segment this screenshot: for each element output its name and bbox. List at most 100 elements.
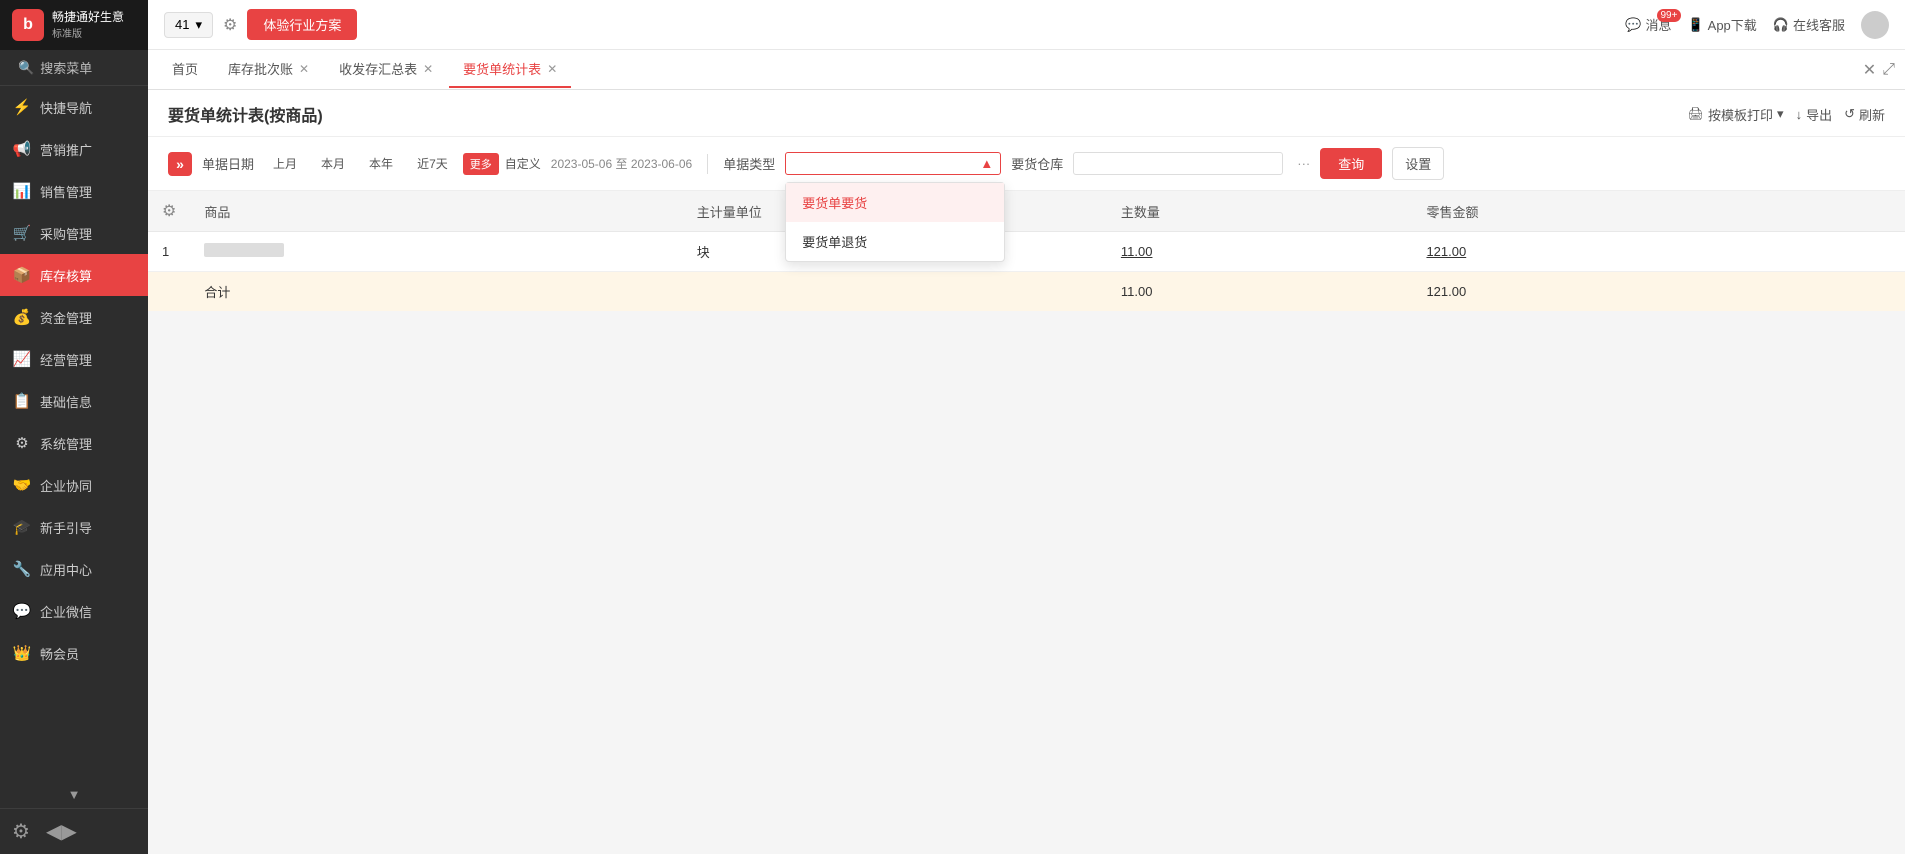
sidebar-label-5: 资金管理: [40, 308, 92, 327]
dropdown-item-0[interactable]: 要货单要货: [786, 183, 1004, 222]
gear-icon[interactable]: ⚙: [223, 15, 237, 35]
sidebar-label-10: 新手引导: [40, 518, 92, 537]
phone-icon: 📱: [1687, 17, 1703, 33]
date-btn-7days[interactable]: 近7天: [408, 151, 457, 176]
col-settings: ⚙: [148, 191, 190, 232]
filter-more-icon[interactable]: ···: [1297, 156, 1310, 171]
sidebar-label-1: 营销推广: [40, 140, 92, 159]
settings-icon[interactable]: ⚙: [12, 819, 30, 844]
sidebar-item-畅会员[interactable]: 👑 畅会员: [0, 632, 148, 674]
print-btn[interactable]: 🖨 按模板打印 ▾: [1688, 105, 1784, 124]
tab-3[interactable]: 要货单统计表 ✕: [449, 51, 571, 88]
date-btn-this-year[interactable]: 本年: [360, 151, 402, 176]
refresh-btn[interactable]: ↺ 刷新: [1844, 105, 1885, 124]
date-custom-btn[interactable]: 自定义: [505, 155, 541, 172]
settings-btn[interactable]: 设置: [1392, 147, 1444, 180]
date-btn-last-month[interactable]: 上月: [264, 151, 306, 176]
export-btn[interactable]: ↓ 导出: [1796, 105, 1833, 124]
sidebar-icon-13: 👑: [12, 643, 32, 663]
sidebar-item-经营管理[interactable]: 📈 经营管理: [0, 338, 148, 380]
sidebar-item-新手引导[interactable]: 🎓 新手引导: [0, 506, 148, 548]
sidebar-icon-3: 🛒: [12, 223, 32, 243]
tab-close-2[interactable]: ✕: [423, 62, 433, 76]
tab-2[interactable]: 收发存汇总表✕: [325, 51, 447, 88]
logo-area: b 畅捷通好生意 标准版: [0, 0, 148, 50]
sidebar-label-12: 企业微信: [40, 602, 92, 621]
chevron-down-icon: ▾: [195, 17, 202, 33]
sidebar-icon-11: 🔧: [12, 559, 32, 579]
warehouse-label: 要货仓库: [1011, 154, 1063, 173]
app-download-label: App下载: [1708, 15, 1757, 34]
sidebar-item-采购管理[interactable]: 🛒 采购管理: [0, 212, 148, 254]
refresh-label: 刷新: [1859, 105, 1885, 124]
footer-settings-cell: [148, 272, 190, 312]
sidebar-icon-2: 📊: [12, 181, 32, 201]
type-input[interactable]: [785, 152, 1001, 175]
sidebar-item-基础信息[interactable]: 📋 基础信息: [0, 380, 148, 422]
sidebar-item-销售管理[interactable]: 📊 销售管理: [0, 170, 148, 212]
date-btn-this-month[interactable]: 本月: [312, 151, 354, 176]
sidebar-label-9: 企业协同: [40, 476, 92, 495]
sidebar-icon-7: 📋: [12, 391, 32, 411]
sidebar-icon-6: 📈: [12, 349, 32, 369]
online-service-btn[interactable]: 🎧 在线客服: [1773, 15, 1845, 34]
divider-1: [707, 154, 708, 174]
close-all-icon[interactable]: ✕: [1863, 60, 1876, 80]
footer-amount: 121.00: [1412, 272, 1777, 312]
sidebar-item-系统管理[interactable]: ⚙ 系统管理: [0, 422, 148, 464]
search-icon: 🔍: [18, 60, 34, 76]
query-btn[interactable]: 查询: [1320, 148, 1382, 179]
sidebar-item-快捷导航[interactable]: ⚡ 快捷导航: [0, 86, 148, 128]
message-btn[interactable]: 💬 消息 99+: [1625, 15, 1671, 34]
warehouse-input[interactable]: [1073, 152, 1283, 175]
row-extra: [1777, 232, 1905, 272]
industry-btn[interactable]: 体验行业方案: [247, 9, 357, 40]
date-btn-more[interactable]: 更多: [463, 153, 499, 175]
message-badge: 99+: [1657, 9, 1682, 22]
sidebar-item-应用中心[interactable]: 🔧 应用中心: [0, 548, 148, 590]
collapse-icon[interactable]: ◀▶: [46, 819, 77, 844]
topbar: 41 ▾ ⚙ 体验行业方案 💬 消息 99+ 📱 App下载 🎧 在线客服: [148, 0, 1905, 50]
sidebar-nav: ⚡ 快捷导航 📢 营销推广 📊 销售管理 🛒 采购管理 📦 库存核算 💰 资金管…: [0, 86, 148, 781]
main-area: 41 ▾ ⚙ 体验行业方案 💬 消息 99+ 📱 App下载 🎧 在线客服: [148, 0, 1905, 854]
app-download-btn[interactable]: 📱 App下载: [1687, 15, 1756, 34]
company-selector[interactable]: 41 ▾: [164, 12, 213, 38]
col-gear-icon[interactable]: ⚙: [162, 203, 176, 220]
col-amount: 零售金额: [1412, 191, 1777, 232]
sidebar-item-库存核算[interactable]: 📦 库存核算: [0, 254, 148, 296]
sidebar-icon-8: ⚙: [12, 433, 32, 453]
sidebar-search[interactable]: 🔍 搜索菜单: [0, 50, 148, 86]
row-index: 1: [148, 232, 190, 272]
sidebar-label-8: 系统管理: [40, 434, 92, 453]
sidebar-item-营销推广[interactable]: 📢 营销推广: [0, 128, 148, 170]
tab-label-3: 要货单统计表: [463, 59, 541, 78]
dropdown-item-1[interactable]: 要货单退货: [786, 222, 1004, 261]
type-label: 单据类型: [723, 154, 775, 173]
avatar[interactable]: [1861, 11, 1889, 39]
sidebar-label-7: 基础信息: [40, 392, 92, 411]
sidebar-scroll-down[interactable]: ▼: [0, 781, 148, 808]
sidebar: b 畅捷通好生意 标准版 🔍 搜索菜单 ⚡ 快捷导航 📢 营销推广 📊 销售管理…: [0, 0, 148, 854]
filter-expand-btn[interactable]: »: [168, 152, 192, 176]
sidebar-label-3: 采购管理: [40, 224, 92, 243]
footer-label: 合计: [190, 272, 682, 312]
sidebar-label-6: 经营管理: [40, 350, 92, 369]
app-logo-icon: b: [12, 9, 44, 41]
sidebar-icon-0: ⚡: [12, 97, 32, 117]
tab-close-1[interactable]: ✕: [299, 62, 309, 76]
topbar-right: 💬 消息 99+ 📱 App下载 🎧 在线客服: [1625, 11, 1889, 39]
tab-1[interactable]: 库存批次账✕: [214, 51, 323, 88]
print-chevron: ▾: [1777, 106, 1784, 122]
sidebar-label-2: 销售管理: [40, 182, 92, 201]
sidebar-item-企业微信[interactable]: 💬 企业微信: [0, 590, 148, 632]
tab-close-3[interactable]: ✕: [547, 62, 557, 76]
tab-label-0: 首页: [172, 59, 198, 78]
sidebar-item-企业协同[interactable]: 🤝 企业协同: [0, 464, 148, 506]
type-dropdown: 要货单要货 要货单退货: [785, 182, 1005, 262]
col-product: 商品: [190, 191, 682, 232]
sidebar-item-资金管理[interactable]: 💰 资金管理: [0, 296, 148, 338]
expand-tabs-icon[interactable]: ⤢: [1882, 61, 1895, 79]
tabs-extra: ✕ ⤢: [1863, 60, 1895, 80]
tab-0[interactable]: 首页: [158, 51, 212, 88]
table-row: 1 块 11.00 121.00: [148, 232, 1905, 272]
